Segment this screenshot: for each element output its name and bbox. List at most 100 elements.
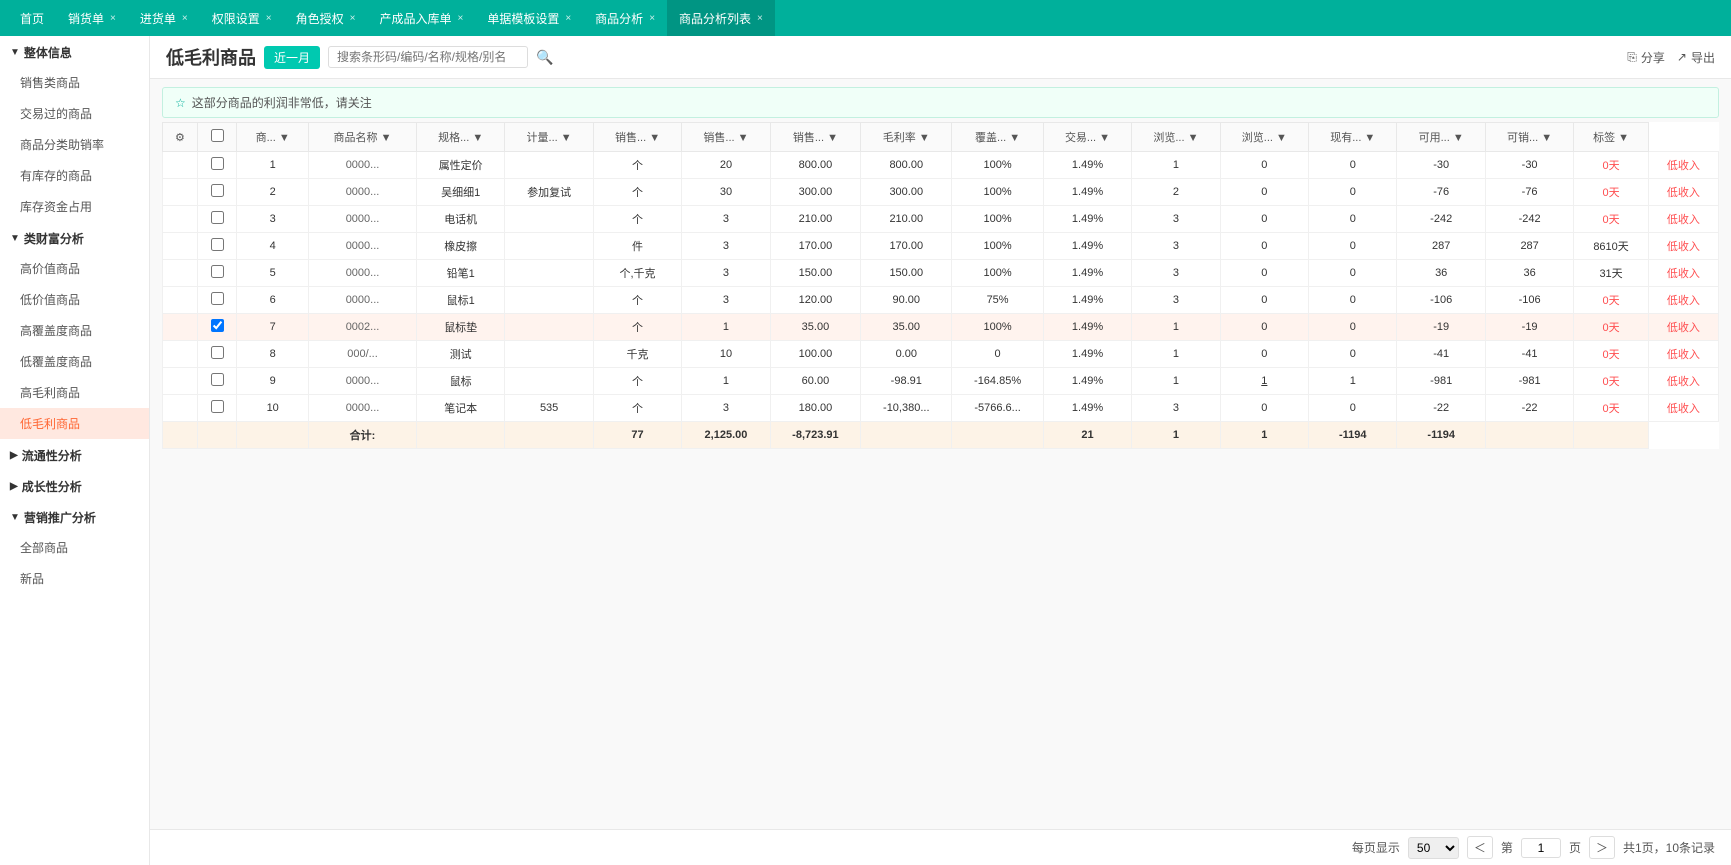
row-available: -30 [1485, 152, 1573, 179]
row-gross-margin: 75% [952, 287, 1043, 314]
sidebar-item-sales-products[interactable]: 销售类商品 [0, 67, 149, 98]
sidebar-item-new-products[interactable]: 新品 [0, 563, 149, 594]
sidebar-item-stock-capital[interactable]: 库存资金占用 [0, 191, 149, 222]
close-role-auth-icon[interactable]: × [350, 13, 356, 24]
total-sales-price: 2,125.00 [682, 422, 770, 449]
sidebar-group-wealth[interactable]: ▼ 类财富分析 [0, 222, 149, 253]
row-checkbox-cell[interactable] [197, 152, 237, 179]
export-icon: ↗ [1677, 50, 1687, 64]
table-wrapper[interactable]: ⚙ 商... ▼ 商品名称 ▼ 规格... ▼ 计量... ▼ 销售... ▼ … [162, 122, 1719, 829]
row-checkbox-cell[interactable] [197, 287, 237, 314]
close-sales-order-icon[interactable]: × [110, 13, 116, 24]
row-checkbox-cell[interactable] [197, 341, 237, 368]
col-name[interactable]: 商品名称 ▼ [309, 123, 417, 152]
sidebar-item-high-value[interactable]: 高价值商品 [0, 253, 149, 284]
col-settings[interactable]: ⚙ [163, 123, 198, 152]
nav-product-analysis-list[interactable]: 商品分析列表 × [667, 0, 775, 36]
row-browse2: 0 [1309, 233, 1397, 260]
row-unit: 个 [593, 179, 681, 206]
export-button[interactable]: ↗ 导出 [1677, 49, 1715, 66]
date-filter-button[interactable]: 近一月 [264, 46, 320, 69]
nav-home[interactable]: 首页 [8, 0, 56, 36]
col-gross-margin[interactable]: 毛利率 ▼ [861, 123, 952, 152]
row-checkbox[interactable] [211, 319, 224, 332]
row-sellable: 0天 [1574, 206, 1648, 233]
row-checkbox-cell[interactable] [197, 233, 237, 260]
close-template-settings-icon[interactable]: × [565, 13, 571, 24]
sidebar-item-high-margin[interactable]: 高毛利商品 [0, 377, 149, 408]
sidebar-item-traded-products[interactable]: 交易过的商品 [0, 98, 149, 129]
sidebar-item-category-rate[interactable]: 商品分类助销率 [0, 129, 149, 160]
sidebar-item-low-margin[interactable]: 低毛利商品 [0, 408, 149, 439]
sidebar-item-in-stock[interactable]: 有库存的商品 [0, 160, 149, 191]
col-coverage[interactable]: 覆盖... ▼ [952, 123, 1043, 152]
sidebar-group-overall[interactable]: ▼ 整体信息 [0, 36, 149, 67]
select-all-checkbox[interactable] [211, 129, 224, 142]
col-current-stock[interactable]: 现有... ▼ [1309, 123, 1397, 152]
close-product-analysis-icon[interactable]: × [649, 13, 655, 24]
sidebar-item-low-coverage[interactable]: 低覆盖度商品 [0, 346, 149, 377]
col-browse2[interactable]: 浏览... ▼ [1220, 123, 1308, 152]
nav-purchase-order[interactable]: 进货单 × [128, 0, 200, 36]
col-checkbox[interactable] [197, 123, 237, 152]
col-available[interactable]: 可用... ▼ [1397, 123, 1485, 152]
col-sales-qty[interactable]: 销售... ▼ [593, 123, 681, 152]
page-input[interactable] [1521, 838, 1561, 858]
search-icon[interactable]: 🔍 [536, 49, 553, 66]
row-checkbox-cell[interactable] [197, 314, 237, 341]
notice-icon: ☆ [175, 96, 186, 110]
row-checkbox[interactable] [211, 346, 224, 359]
sidebar-group-marketing[interactable]: ▼ 营销推广分析 [0, 501, 149, 532]
row-unit: 件 [593, 233, 681, 260]
row-checkbox[interactable] [211, 373, 224, 386]
prev-page-button[interactable]: ＜ [1467, 836, 1493, 859]
close-product-analysis-list-icon[interactable]: × [757, 13, 763, 24]
col-sales-profit[interactable]: 销售... ▼ [770, 123, 861, 152]
row-settings-icon [163, 395, 198, 422]
close-product-entry-icon[interactable]: × [457, 13, 463, 24]
col-code[interactable]: 商... ▼ [237, 123, 309, 152]
row-checkbox[interactable] [211, 265, 224, 278]
close-permission-icon[interactable]: × [266, 13, 272, 24]
row-checkbox[interactable] [211, 211, 224, 224]
row-checkbox-cell[interactable] [197, 206, 237, 233]
nav-permission[interactable]: 权限设置 × [200, 0, 284, 36]
col-unit[interactable]: 计量... ▼ [505, 123, 593, 152]
row-browse2: 0 [1309, 260, 1397, 287]
row-checkbox-cell[interactable] [197, 395, 237, 422]
sidebar-item-high-coverage[interactable]: 高覆盖度商品 [0, 315, 149, 346]
row-checkbox[interactable] [211, 157, 224, 170]
row-checkbox[interactable] [211, 184, 224, 197]
row-checkbox-cell[interactable] [197, 368, 237, 395]
row-current-stock: -242 [1397, 206, 1485, 233]
nav-product-entry[interactable]: 产成品入库单 × [367, 0, 475, 36]
sidebar-item-all-products[interactable]: 全部商品 [0, 532, 149, 563]
row-checkbox[interactable] [211, 292, 224, 305]
row-settings-icon [163, 314, 198, 341]
row-no: 7 [237, 314, 309, 341]
col-sales-price[interactable]: 销售... ▼ [682, 123, 770, 152]
search-input[interactable] [328, 46, 528, 68]
sidebar-group-circulation[interactable]: ▶ 流通性分析 [0, 439, 149, 470]
share-button[interactable]: ⎘ 分享 [1627, 49, 1665, 66]
row-checkbox-cell[interactable] [197, 179, 237, 206]
nav-sales-order[interactable]: 销货单 × [56, 0, 128, 36]
next-page-button[interactable]: ＞ [1589, 836, 1615, 859]
nav-product-analysis[interactable]: 商品分析 × [583, 0, 667, 36]
row-checkbox[interactable] [211, 400, 224, 413]
col-sellable[interactable]: 可销... ▼ [1485, 123, 1573, 152]
sidebar-item-low-value[interactable]: 低价值商品 [0, 284, 149, 315]
col-spec[interactable]: 规格... ▼ [416, 123, 504, 152]
row-browse1[interactable]: 1 [1220, 368, 1308, 395]
close-purchase-order-icon[interactable]: × [182, 13, 188, 24]
col-browse1[interactable]: 浏览... ▼ [1132, 123, 1220, 152]
nav-role-auth[interactable]: 角色授权 × [284, 0, 368, 36]
sidebar-group-growth[interactable]: ▶ 成长性分析 [0, 470, 149, 501]
row-checkbox-cell[interactable] [197, 260, 237, 287]
col-transaction[interactable]: 交易... ▼ [1043, 123, 1131, 152]
col-tag[interactable]: 标签 ▼ [1574, 123, 1648, 152]
nav-template-settings[interactable]: 单据模板设置 × [475, 0, 583, 36]
per-page-select[interactable]: 50 100 200 [1408, 837, 1459, 859]
row-checkbox[interactable] [211, 238, 224, 251]
row-coverage: 1.49% [1043, 314, 1131, 341]
